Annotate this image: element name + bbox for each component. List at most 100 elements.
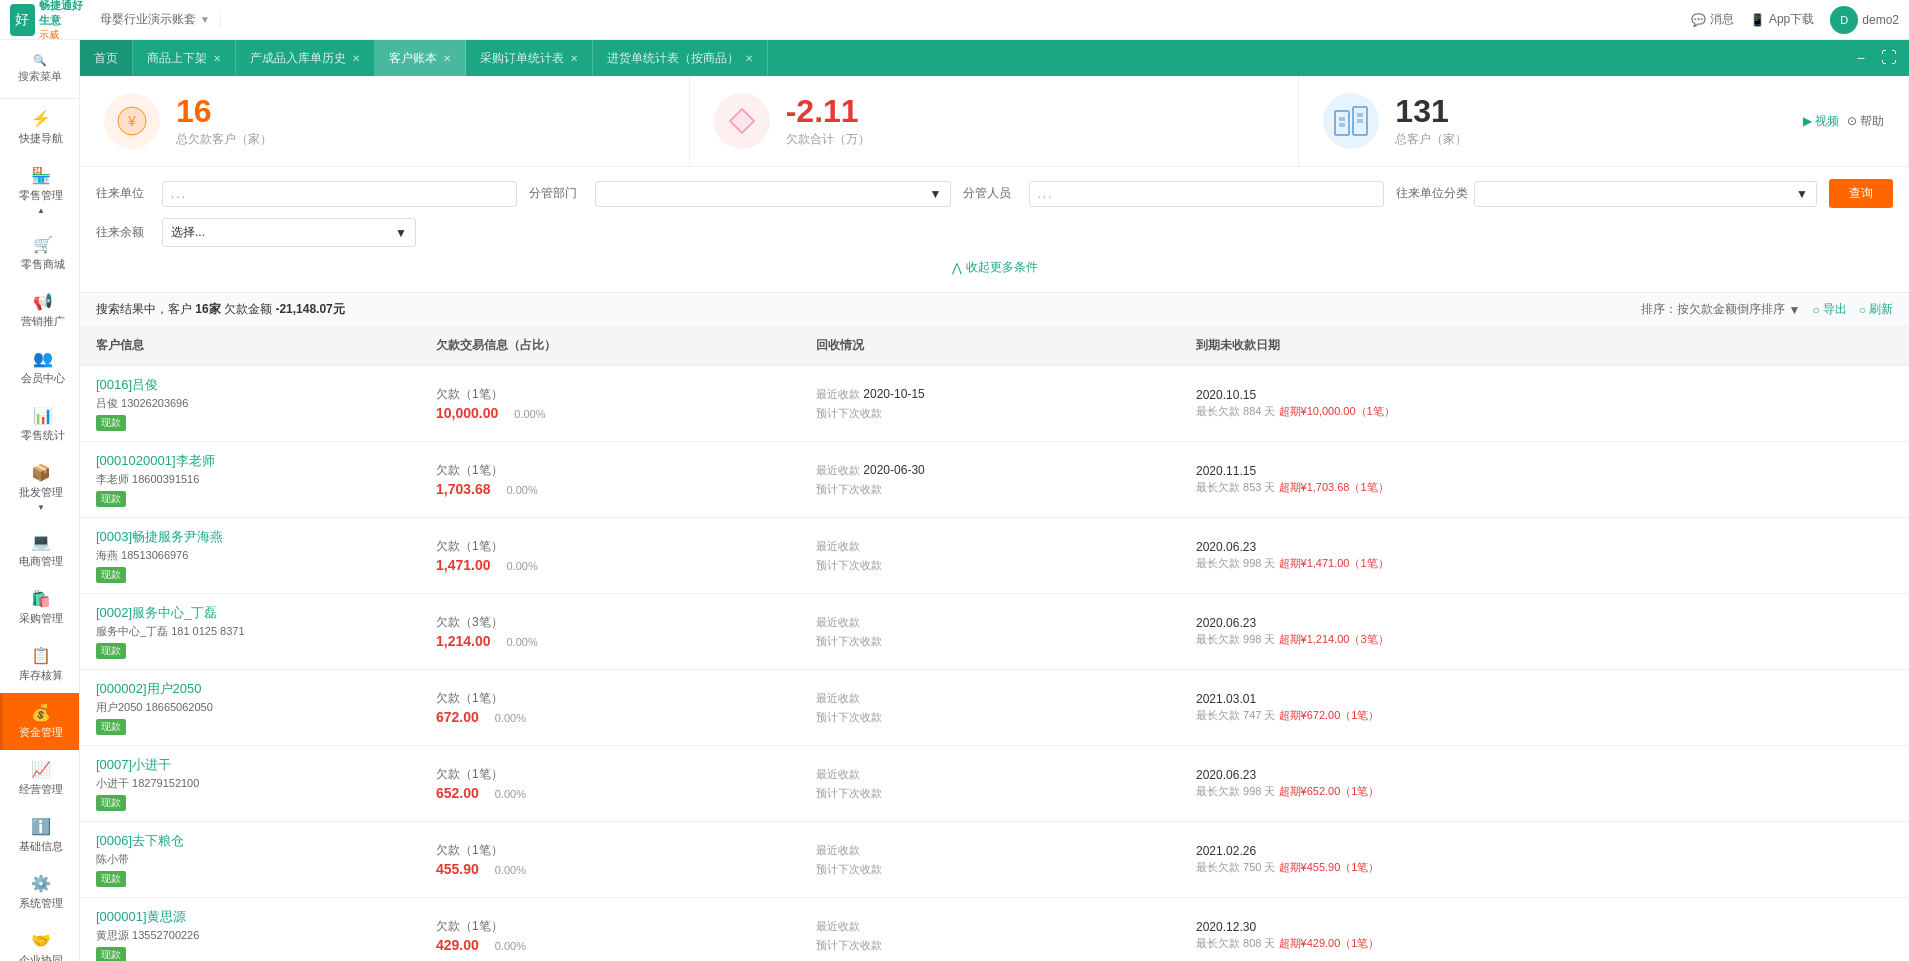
- customer-name-link-5[interactable]: [0007]小进干: [96, 757, 171, 772]
- filter-row-2: 往来余额 选择... ▼: [96, 218, 1893, 247]
- category-select[interactable]: ▼: [1474, 181, 1817, 207]
- customer-phone-7: 黄思源 13552700226: [96, 928, 436, 943]
- tab-close-inventory-stats[interactable]: ✕: [745, 53, 753, 64]
- recovery-1: 最近收款 2020-06-30 预计下次收款: [816, 463, 1196, 497]
- retail-mall-icon: 🛒: [33, 235, 53, 254]
- sidebar-item-ecommerce[interactable]: 💻 电商管理: [0, 522, 79, 579]
- table-row: [0002]服务中心_丁磊 服务中心_丁磊 181 0125 8371 现款 欠…: [80, 594, 1909, 670]
- sidebar-item-member[interactable]: 👥 会员中心: [0, 339, 79, 396]
- app-container: 好 畅捷通好生意 示威 母婴行业演示账套 ▼ 💬 消息 📱 App下载 D de…: [0, 0, 1909, 961]
- video-link[interactable]: ▶ 视频: [1803, 113, 1839, 130]
- customer-name-link-3[interactable]: [0002]服务中心_丁磊: [96, 605, 217, 620]
- refresh-button[interactable]: ○ 刷新: [1859, 301, 1893, 318]
- tab-customer-account[interactable]: 客户账本 ✕: [375, 40, 466, 76]
- retail-mgmt-arrow-icon: ▲: [37, 206, 45, 215]
- recovery-0: 最近收款 2020-10-15 预计下次收款: [816, 387, 1196, 421]
- debt-info-1: 欠款（1笔） 1,703.68 0.00%: [436, 462, 816, 497]
- person-input[interactable]: ...: [1029, 181, 1384, 207]
- customer-tag-5: 现款: [96, 795, 126, 811]
- recovery-label-0: 最近收款: [816, 388, 860, 400]
- recovery-next-0: 预计下次收款: [816, 406, 1196, 421]
- sidebar-item-quicknav[interactable]: ⚡ 快捷导航: [0, 99, 79, 156]
- stat-label-customers: 总欠款客户（家）: [176, 131, 272, 148]
- data-table: 客户信息 欠款交易信息（占比） 回收情况 到期未收款日期 [0016]吕俊 吕俊…: [80, 327, 1909, 961]
- overdue-link-0[interactable]: 超期¥10,000.00（1笔）: [1279, 405, 1395, 417]
- debt-info-6: 欠款（1笔） 455.90 0.00%: [436, 842, 816, 877]
- tab-close-product-listing[interactable]: ✕: [213, 53, 221, 64]
- stat-icon-customers: ¥: [104, 93, 160, 149]
- customer-name-link-0[interactable]: [0016]吕俊: [96, 377, 158, 392]
- sidebar-item-retail-mgmt[interactable]: 🏪 零售管理 ▲: [0, 156, 79, 225]
- tab-product-listing[interactable]: 商品上下架 ✕: [133, 40, 236, 76]
- customer-phone-1: 李老师 18600391516: [96, 472, 436, 487]
- customer-info-6: [0006]去下粮仓 陈小带 现款: [96, 832, 436, 887]
- tab-close-product-history[interactable]: ✕: [352, 53, 360, 64]
- tab-home[interactable]: 首页: [80, 40, 133, 76]
- search-menu-button[interactable]: 🔍 搜索菜单: [4, 48, 75, 90]
- customer-phone-4: 用户2050 18665062050: [96, 700, 436, 715]
- query-button[interactable]: 查询: [1829, 179, 1893, 208]
- customer-name-link-4[interactable]: [000002]用户2050: [96, 681, 202, 696]
- recovery-3: 最近收款 预计下次收款: [816, 615, 1196, 649]
- due-date-2: 2020.06.23 最长欠款 998 天 超期¥1,471.00（1笔）: [1196, 540, 1893, 571]
- export-button[interactable]: ○ 导出: [1813, 301, 1847, 318]
- sidebar-item-basic-info[interactable]: ℹ️ 基础信息: [0, 807, 79, 864]
- app-download-button[interactable]: 📱 App下载: [1750, 11, 1814, 28]
- tab-purchase-stats[interactable]: 采购订单统计表 ✕: [466, 40, 593, 76]
- tab-maximize-button[interactable]: ⛶: [1877, 49, 1901, 67]
- sidebar-item-wholesale[interactable]: 📦 批发管理 ▼: [0, 453, 79, 522]
- recovery-7: 最近收款 预计下次收款: [816, 919, 1196, 953]
- sidebar-item-inventory[interactable]: 📋 库存核算: [0, 636, 79, 693]
- table-row: [000002]用户2050 用户2050 18665062050 现款 欠款（…: [80, 670, 1909, 746]
- sidebar-search-area: 🔍 搜索菜单: [0, 40, 79, 99]
- stat-info-customers: 16 总欠款客户（家）: [176, 95, 272, 148]
- customer-name-link-7[interactable]: [000001]黄思源: [96, 909, 186, 924]
- tab-product-history[interactable]: 产成品入库单历史 ✕: [236, 40, 375, 76]
- sidebar-item-finance[interactable]: 💰 资金管理: [0, 693, 79, 750]
- message-button[interactable]: 💬 消息: [1691, 11, 1734, 28]
- wholesale-arrow-icon: ▼: [37, 503, 45, 512]
- customer-name-link-1[interactable]: [0001020001]李老师: [96, 453, 215, 468]
- debt-info-7: 欠款（1笔） 429.00 0.00%: [436, 918, 816, 953]
- collapse-button[interactable]: ⋀ 收起更多条件: [952, 255, 1038, 280]
- tab-close-customer-account[interactable]: ✕: [443, 53, 451, 64]
- customer-name-link-6[interactable]: [0006]去下粮仓: [96, 833, 184, 848]
- debt-info-2: 欠款（1笔） 1,471.00 0.00%: [436, 538, 816, 573]
- category-dropdown-icon: ▼: [1796, 187, 1808, 201]
- dept-select[interactable]: ▼: [595, 181, 950, 207]
- sidebar-item-retail-mall[interactable]: 🛒 零售商城: [0, 225, 79, 282]
- recovery-4: 最近收款 预计下次收款: [816, 691, 1196, 725]
- help-link[interactable]: ⊙ 帮助: [1847, 113, 1884, 130]
- tab-minimize-button[interactable]: －: [1849, 48, 1873, 69]
- tab-inventory-stats[interactable]: 进货单统计表（按商品） ✕: [593, 40, 768, 76]
- balance-select[interactable]: 选择... ▼: [162, 218, 416, 247]
- category-label: 往来单位分类: [1396, 185, 1468, 202]
- retail-mgmt-icon: 🏪: [31, 166, 51, 185]
- sort-select[interactable]: 排序：按欠款金额倒序排序 ▼: [1641, 301, 1801, 318]
- customer-phone-0: 吕俊 13026203696: [96, 396, 436, 411]
- customer-name-link-2[interactable]: [0003]畅捷服务尹海燕: [96, 529, 223, 544]
- top-bar: 好 畅捷通好生意 示威 母婴行业演示账套 ▼ 💬 消息 📱 App下载 D de…: [0, 0, 1909, 40]
- store-selector[interactable]: 母婴行业演示账套 ▼: [90, 11, 221, 28]
- sidebar-item-retail-stats[interactable]: 📊 零售统计: [0, 396, 79, 453]
- sidebar-item-marketing[interactable]: 📢 营销推广: [0, 282, 79, 339]
- content-area: 首页 商品上下架 ✕ 产成品入库单历史 ✕ 客户账本 ✕ 采购订单统计表 ✕: [80, 40, 1909, 961]
- sidebar-item-collab[interactable]: 🤝 企业协同: [0, 921, 79, 961]
- refresh-icon: ○: [1859, 303, 1866, 317]
- debt-info-5: 欠款（1笔） 652.00 0.00%: [436, 766, 816, 801]
- quicknav-icon: ⚡: [31, 109, 51, 128]
- supplier-input[interactable]: ...: [162, 181, 517, 207]
- sidebar-item-system[interactable]: ⚙️ 系统管理: [0, 864, 79, 921]
- stat-label-debt: 欠款合计（万）: [786, 131, 870, 148]
- table-row: [0003]畅捷服务尹海燕 海燕 18513066976 现款 欠款（1笔） 1…: [80, 518, 1909, 594]
- user-menu[interactable]: D demo2: [1830, 6, 1899, 34]
- debt-inline-0: 10,000.00 0.00%: [436, 403, 816, 421]
- sidebar-item-purchase[interactable]: 🛍️ 采购管理: [0, 579, 79, 636]
- stats-row: ¥ 16 总欠款客户（家）: [80, 76, 1909, 167]
- stat-card-actions: ▶ 视频 ⊙ 帮助: [1803, 113, 1884, 130]
- sidebar-item-operations[interactable]: 📈 经营管理: [0, 750, 79, 807]
- ecommerce-icon: 💻: [31, 532, 51, 551]
- filter-dept: 分管部门 ▼: [529, 181, 950, 207]
- customer-count: 16家: [195, 302, 220, 316]
- tab-close-purchase-stats[interactable]: ✕: [570, 53, 578, 64]
